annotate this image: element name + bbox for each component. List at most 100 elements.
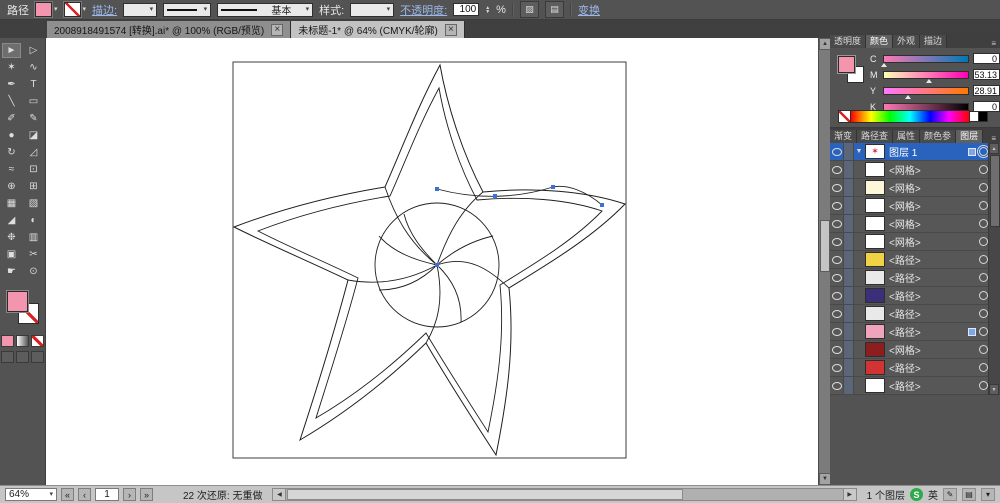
visibility-eye-icon[interactable] [830, 215, 844, 232]
black-swatch[interactable] [979, 111, 988, 122]
target-circle-icon[interactable] [979, 345, 988, 354]
type-tool[interactable]: T [24, 77, 43, 92]
lasso-tool[interactable]: ∿ [24, 60, 43, 75]
zoom-tool[interactable]: ⊙ [24, 264, 43, 279]
layer-label[interactable]: 图层 1 [889, 144, 968, 159]
brush-definition-combo[interactable]: 基本 ▾ [217, 3, 313, 17]
scroll-right-icon[interactable]: ▶ [843, 489, 856, 500]
fill-swatch[interactable] [7, 291, 28, 312]
scrollbar-thumb[interactable] [990, 155, 1000, 227]
layer-row[interactable]: ▼ ✶ 图层 1 [830, 143, 1000, 161]
blend-tool[interactable]: ◐ [24, 213, 43, 228]
screen-mode-icon[interactable] [31, 351, 44, 363]
tab-attributes[interactable]: 属性 [893, 130, 920, 143]
scrollbar-thumb[interactable] [820, 220, 830, 272]
layer-label[interactable]: <网格> [889, 216, 979, 231]
scroll-left-icon[interactable]: ◀ [273, 489, 286, 500]
layer-label[interactable]: <路径> [889, 360, 979, 375]
color-button[interactable] [1, 335, 14, 347]
target-circle-icon[interactable] [979, 183, 988, 192]
cyan-value-input[interactable]: 0 [973, 53, 1000, 64]
style-combo[interactable]: ▾ [350, 3, 394, 17]
layer-row[interactable]: <网格> [830, 161, 1000, 179]
layer-row[interactable]: <路径> [830, 305, 1000, 323]
direct-selection-tool[interactable]: ▷ [24, 43, 43, 58]
ime-language[interactable]: 英 [928, 487, 938, 502]
blob-brush-tool[interactable]: ● [2, 128, 21, 143]
panel-menu-icon[interactable]: ≡ [987, 134, 1000, 143]
tab-gradient[interactable]: 渐变 [830, 130, 857, 143]
tab-color-guide[interactable]: 颜色参 [920, 130, 956, 143]
layer-row[interactable]: <路径> [830, 251, 1000, 269]
target-circle-icon[interactable] [979, 165, 988, 174]
lock-cell[interactable] [844, 179, 854, 196]
ime-badge-icon[interactable]: S [910, 488, 923, 501]
layer-row[interactable]: <网格> [830, 197, 1000, 215]
layer-label[interactable]: <路径> [889, 252, 979, 267]
layer-row[interactable]: <网格> [830, 215, 1000, 233]
layer-row[interactable]: <网格> [830, 341, 1000, 359]
layer-label[interactable]: <路径> [889, 270, 979, 285]
visibility-eye-icon[interactable] [830, 377, 844, 394]
panel-menu-icon[interactable]: ≡ [987, 39, 1000, 48]
slider-marker-icon[interactable] [881, 63, 887, 67]
lock-cell[interactable] [844, 143, 854, 160]
opacity-input[interactable]: 100 [453, 3, 479, 16]
tab-appearance[interactable]: 外观 [893, 35, 920, 48]
none-swatch[interactable] [838, 110, 851, 123]
layer-label[interactable]: <路径> [889, 288, 979, 303]
lock-cell[interactable] [844, 233, 854, 250]
scroll-down-icon[interactable]: ▼ [989, 384, 999, 395]
layer-row[interactable]: <路径> [830, 377, 1000, 395]
lock-cell[interactable] [844, 251, 854, 268]
tray-menu-icon[interactable]: ▾ [981, 488, 995, 501]
lock-cell[interactable] [844, 161, 854, 178]
white-swatch[interactable] [970, 111, 979, 122]
lock-cell[interactable] [844, 377, 854, 394]
lock-cell[interactable] [844, 359, 854, 376]
visibility-eye-icon[interactable] [830, 197, 844, 214]
scale-tool[interactable]: ◿ [24, 145, 43, 160]
tab-pathfinder[interactable]: 路径查 [857, 130, 893, 143]
zoom-select[interactable]: 64% ▾ [5, 488, 57, 501]
fill-color-button[interactable]: ▾ [35, 2, 58, 17]
layer-label[interactable]: <网格> [889, 234, 979, 249]
gradient-tool[interactable]: ▧ [24, 196, 43, 211]
visibility-eye-icon[interactable] [830, 143, 844, 160]
pen-tool[interactable]: ✒ [2, 77, 21, 92]
pencil-icon[interactable]: ✎ [943, 488, 957, 501]
target-circle-icon[interactable] [979, 309, 988, 318]
layer-label[interactable]: <网格> [889, 180, 979, 195]
transform-link[interactable]: 变换 [578, 2, 600, 18]
stroke-link[interactable]: 描边: [92, 2, 117, 18]
layer-row[interactable]: <网格> [830, 179, 1000, 197]
visibility-eye-icon[interactable] [830, 305, 844, 322]
visibility-eye-icon[interactable] [830, 251, 844, 268]
canvas[interactable] [46, 38, 818, 485]
lock-cell[interactable] [844, 287, 854, 304]
symbol-sprayer-tool[interactable]: ❉ [2, 230, 21, 245]
lock-cell[interactable] [844, 305, 854, 322]
layer-label[interactable]: <路径> [889, 324, 968, 339]
pencil-tool[interactable]: ✎ [24, 111, 43, 126]
variable-width-combo[interactable]: ▾ [163, 3, 211, 17]
lock-cell[interactable] [844, 341, 854, 358]
perspective-grid-tool[interactable]: ⊞ [24, 179, 43, 194]
fill-swatch[interactable] [838, 56, 855, 73]
artboard-tool[interactable]: ▣ [2, 247, 21, 262]
target-circle-icon[interactable] [979, 363, 988, 372]
magic-wand-tool[interactable]: ✶ [2, 60, 21, 75]
lock-cell[interactable] [844, 323, 854, 340]
document-tab-active[interactable]: 未标题-1* @ 64% (CMYK/轮廓) × [291, 21, 465, 38]
color-spectrum[interactable] [851, 110, 970, 123]
opacity-link[interactable]: 不透明度: [400, 2, 447, 18]
selection-tool[interactable]: ► [2, 43, 21, 58]
layer-label[interactable]: <网格> [889, 162, 979, 177]
layer-row[interactable]: <路径> [830, 323, 1000, 341]
layer-row[interactable]: <网格> [830, 233, 1000, 251]
tab-stroke[interactable]: 描边 [920, 35, 947, 48]
layer-row[interactable]: <路径> [830, 359, 1000, 377]
tab-transparency[interactable]: 透明度 [830, 35, 866, 48]
target-circle-icon[interactable] [979, 201, 988, 210]
column-graph-tool[interactable]: ▥ [24, 230, 43, 245]
